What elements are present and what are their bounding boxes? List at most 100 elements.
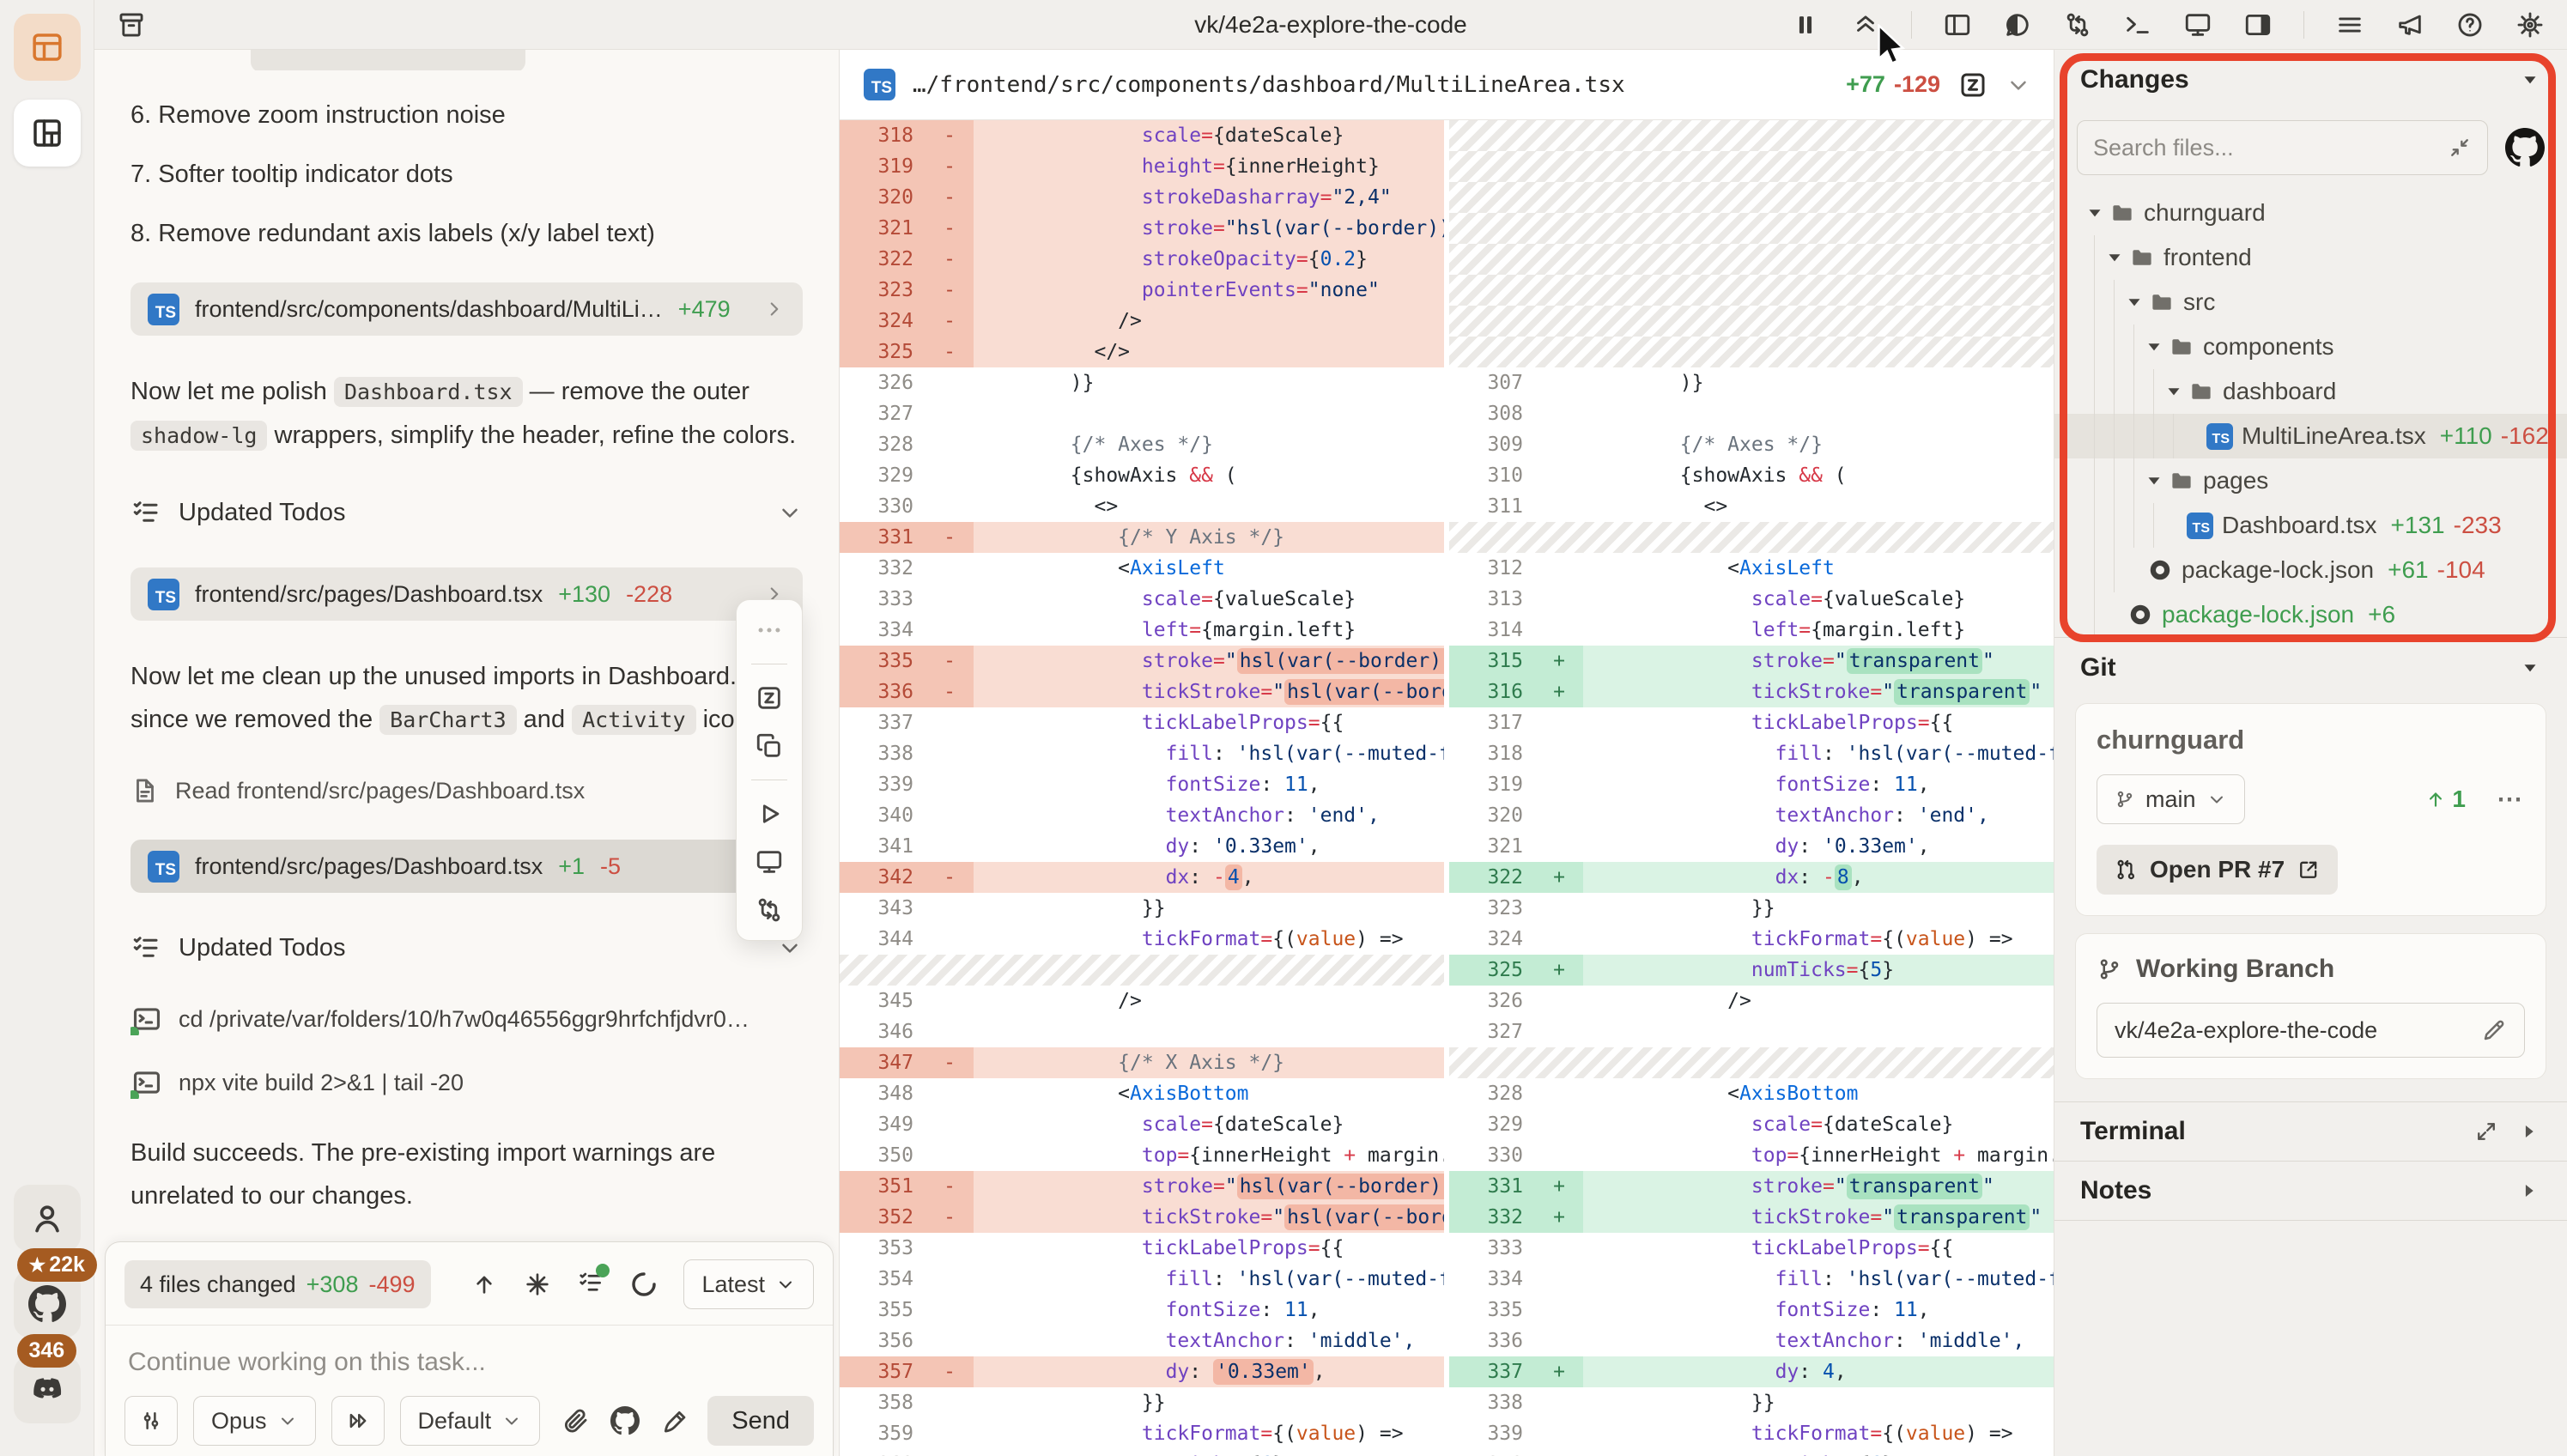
- terminal-icon[interactable]: [2123, 10, 2152, 39]
- file-change-chip[interactable]: TSfrontend/src/pages/Dashboard.tsx+130-2…: [130, 567, 803, 621]
- model-dropdown[interactable]: Opus: [193, 1396, 316, 1446]
- change-marker: [925, 924, 974, 955]
- scroll-to-top-icon[interactable]: [470, 1271, 498, 1298]
- tree-guide: [2123, 414, 2143, 458]
- github-icon[interactable]: [2505, 128, 2545, 167]
- working-branch-value: vk/4e2a-explore-the-code: [2115, 1017, 2377, 1044]
- version-dropdown[interactable]: Latest: [683, 1259, 814, 1309]
- line-number: 321: [840, 213, 925, 244]
- diff-row: 359 tickFormat={(value) =>339 tickFormat…: [840, 1418, 2054, 1449]
- line-number: 338: [840, 738, 925, 769]
- branch-dropdown[interactable]: main: [2097, 774, 2245, 824]
- line-number: 319: [1449, 769, 1535, 800]
- diff-line-ctx: 333 scale={valueScale}: [840, 584, 1444, 615]
- diff-line-ctx: 329 scale={dateScale}: [1449, 1109, 2054, 1140]
- pause-icon[interactable]: [1791, 10, 1820, 39]
- send-button[interactable]: Send: [707, 1396, 814, 1446]
- file-search-box[interactable]: [2077, 120, 2488, 175]
- monitor-icon[interactable]: [2183, 10, 2212, 39]
- preview-icon[interactable]: [755, 847, 784, 877]
- git-compare-icon[interactable]: [2063, 10, 2092, 39]
- diff-line-ctx: 338 fill: 'hsl(var(--muted-foreground))'…: [840, 738, 1444, 769]
- diff-body[interactable]: 318- scale={dateScale}319- height={inner…: [840, 120, 2054, 1456]
- diff-view-icon[interactable]: [1957, 70, 1988, 100]
- changes-section-header[interactable]: Changes: [2054, 50, 2567, 110]
- ts-badge: TS: [148, 579, 179, 610]
- github-stars-button[interactable]: ★22k: [14, 1271, 81, 1338]
- file-search-input[interactable]: [2093, 135, 2448, 161]
- tree-item-multilinearea-tsx[interactable]: TSMultiLineArea.tsx+110-162: [2054, 414, 2567, 458]
- tree-item-package-lock-json[interactable]: package-lock.json+61-104: [2054, 548, 2567, 592]
- terminal-command-row[interactable]: npx vite build 2>&1 | tail -20: [130, 1066, 803, 1099]
- commits-ahead[interactable]: 1: [2424, 786, 2466, 813]
- file-change-chip[interactable]: TSfrontend/src/components/dashboard/Mult…: [130, 282, 803, 336]
- github-icon[interactable]: [610, 1406, 640, 1435]
- git-more-button[interactable]: ⋯: [2497, 785, 2525, 815]
- file-name: package-lock.json: [2162, 601, 2354, 628]
- chevron-down-icon[interactable]: [2006, 72, 2031, 98]
- tree-item-churnguard[interactable]: churnguard: [2054, 191, 2567, 235]
- working-branch-field[interactable]: vk/4e2a-explore-the-code: [2097, 1003, 2525, 1058]
- settings-sliders-button[interactable]: [124, 1396, 178, 1446]
- repo-name: churnguard: [2097, 725, 2525, 755]
- account-button[interactable]: [14, 1185, 81, 1252]
- expand-icon[interactable]: [2474, 1119, 2498, 1144]
- panel-left-icon[interactable]: [1943, 10, 1972, 39]
- file-change-chip[interactable]: TSfrontend/src/pages/Dashboard.tsx+1-5: [130, 840, 803, 893]
- tree-item-dashboard-tsx[interactable]: TSDashboard.tsx+131-233: [2054, 503, 2567, 548]
- git-section-header[interactable]: Git: [2054, 638, 2567, 698]
- archive-icon[interactable]: [117, 10, 146, 39]
- run-icon[interactable]: [755, 799, 784, 828]
- more-options-icon[interactable]: [755, 616, 784, 645]
- code-text: dy: 4,: [1583, 1356, 2054, 1387]
- files-changed-chip[interactable]: 4 files changed +308 -499: [124, 1260, 431, 1308]
- settings-gear-icon[interactable]: [2515, 10, 2545, 39]
- workspace-view-button[interactable]: [14, 14, 81, 81]
- mode-dropdown[interactable]: Default: [400, 1396, 541, 1446]
- line-number: 357: [840, 1356, 925, 1387]
- compare-icon[interactable]: [755, 895, 784, 925]
- todos-indicator[interactable]: [577, 1269, 604, 1301]
- terminal-command-row[interactable]: cd /private/var/folders/10/h7w0q46556ggr…: [130, 1003, 803, 1035]
- change-marker: [925, 1326, 974, 1356]
- change-marker: -: [925, 522, 974, 553]
- sign-pen-icon[interactable]: [660, 1406, 689, 1435]
- terminal-command-text: npx vite build 2>&1 | tail -20: [179, 1070, 464, 1096]
- edit-pencil-icon[interactable]: [2481, 1017, 2507, 1043]
- terminal-section-header[interactable]: Terminal: [2054, 1102, 2567, 1161]
- message-input[interactable]: [124, 1326, 814, 1396]
- tree-item-frontend[interactable]: frontend: [2054, 235, 2567, 280]
- file-path: frontend/src/pages/Dashboard.tsx: [195, 853, 543, 880]
- tree-item-package-lock-json[interactable]: package-lock.json+6: [2054, 592, 2567, 637]
- chat-bubble-icon[interactable]: [2003, 10, 2032, 39]
- spark-icon[interactable]: [524, 1271, 551, 1298]
- updated-todos-row[interactable]: Updated Todos: [130, 497, 803, 528]
- tool-call-row[interactable]: Read frontend/src/pages/Dashboard.tsx: [130, 776, 803, 805]
- discord-button[interactable]: 346: [14, 1356, 81, 1423]
- open-pr-button[interactable]: Open PR #7: [2097, 845, 2338, 895]
- megaphone-icon[interactable]: [2395, 10, 2424, 39]
- copy-icon[interactable]: [755, 731, 784, 761]
- fast-forward-button[interactable]: [331, 1396, 385, 1446]
- menu-icon[interactable]: [2335, 10, 2364, 39]
- tree-item-pages[interactable]: pages: [2054, 458, 2567, 503]
- panel-right-icon[interactable]: [2243, 10, 2273, 39]
- collapse-tree-icon[interactable]: [2448, 136, 2472, 160]
- line-number: 351: [840, 1171, 925, 1202]
- line-number: 308: [1449, 398, 1535, 429]
- updated-todos-row[interactable]: Updated Todos: [130, 932, 803, 963]
- view-diff-icon[interactable]: [755, 683, 784, 713]
- terminal-title: Terminal: [2080, 1117, 2186, 1146]
- collapse-all-icon[interactable]: [1851, 10, 1880, 39]
- tree-item-src[interactable]: src: [2054, 280, 2567, 325]
- attach-icon[interactable]: [561, 1406, 590, 1435]
- change-marker: [925, 553, 974, 584]
- line-number: 318: [840, 120, 925, 151]
- tree-guide: [2103, 280, 2123, 325]
- change-marker: [1535, 1326, 1583, 1356]
- notes-section-header[interactable]: Notes: [2054, 1162, 2567, 1220]
- tree-item-dashboard[interactable]: dashboard: [2054, 369, 2567, 414]
- board-view-button[interactable]: [14, 100, 81, 167]
- tree-item-components[interactable]: components: [2054, 325, 2567, 369]
- help-icon[interactable]: [2455, 10, 2485, 39]
